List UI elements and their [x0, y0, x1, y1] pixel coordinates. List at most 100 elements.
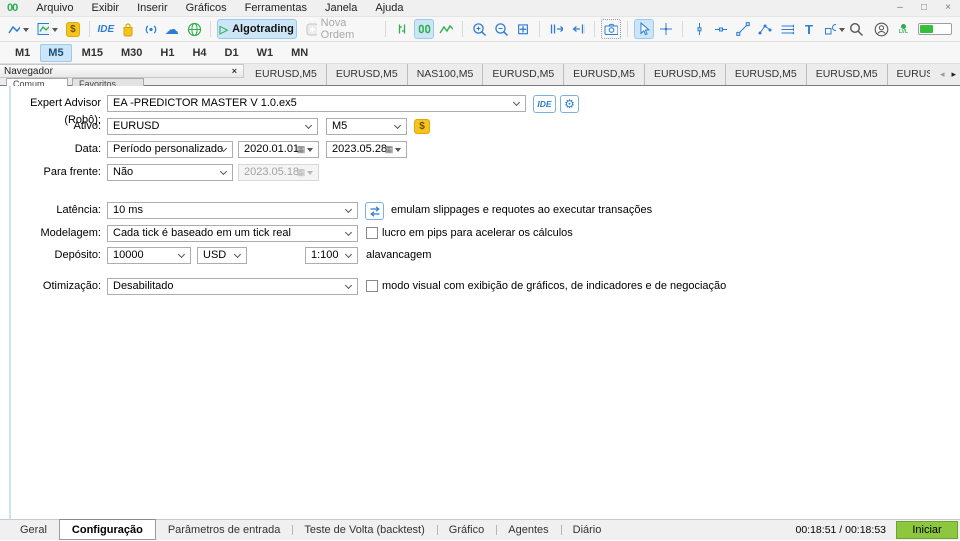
chart-tab[interactable]: EURUSD,M5	[246, 64, 326, 85]
equidistant-channel-tool-button[interactable]	[777, 19, 797, 39]
expert-select[interactable]: EA -PREDICTOR MASTER V 1.0.ex5	[107, 95, 526, 112]
timeframe-button[interactable]: MN	[283, 44, 316, 62]
menu-item[interactable]: Exibir	[83, 1, 129, 15]
latency-select[interactable]: 10 ms	[107, 202, 358, 219]
date-to-picker[interactable]: ▦	[382, 143, 404, 156]
navigator-tab-comum[interactable]: Comum	[6, 78, 68, 86]
timeframe-button[interactable]: D1	[217, 44, 247, 62]
maximize-button[interactable]: □	[912, 0, 936, 16]
cursor-tool-button[interactable]	[634, 19, 654, 39]
visual-mode-checkbox[interactable]	[366, 280, 378, 292]
new-chart-button[interactable]	[5, 19, 32, 39]
vertical-line-tool-button[interactable]	[689, 19, 709, 39]
tester-tab[interactable]: Gráfico	[437, 520, 496, 540]
deposit-label: Depósito:	[0, 247, 101, 264]
symbol-select[interactable]: EURUSD	[107, 118, 318, 135]
horizontal-line-tool-button[interactable]	[711, 19, 731, 39]
chart-tab[interactable]: EURUSD,M5	[326, 64, 407, 85]
zoom-in-button[interactable]	[469, 19, 489, 39]
tester-tab[interactable]: Parâmetros de entrada	[156, 520, 293, 540]
date-from-field[interactable]: 2020.01.01 ▦	[238, 141, 319, 158]
tester-tab[interactable]: Configuração	[59, 519, 156, 540]
polyline-tool-button[interactable]	[755, 19, 775, 39]
latency-value: 10 ms	[113, 204, 143, 216]
scroll-tabs-left-icon[interactable]: ◂	[940, 69, 945, 80]
grid-toggle-button[interactable]: ⊞	[513, 19, 533, 39]
timeframe-button[interactable]: M1	[7, 44, 38, 62]
shift-chart-right-button[interactable]	[546, 19, 566, 39]
symbol-properties-button[interactable]: $	[414, 119, 430, 134]
chevron-down-icon	[345, 229, 352, 236]
timeframe-button[interactable]: H4	[184, 44, 214, 62]
chart-tab[interactable]: NAS100,M5	[407, 64, 483, 85]
date-mode-select[interactable]: Período personalizado	[107, 141, 233, 158]
chart-tab[interactable]: EURUSD,M5	[887, 64, 930, 85]
navigator-close-icon[interactable]: ×	[232, 66, 243, 76]
timeframe-button[interactable]: H1	[152, 44, 182, 62]
tester-tab[interactable]: Teste de Volta (backtest)	[292, 520, 436, 540]
deposit-select[interactable]: 10000	[107, 247, 191, 264]
account-button[interactable]	[874, 22, 889, 37]
account-icon	[874, 22, 889, 37]
minimize-button[interactable]: –	[888, 0, 912, 16]
modeling-label: Modelagem:	[0, 225, 101, 242]
date-from-picker[interactable]: ▦	[294, 143, 316, 156]
tester-tab[interactable]: Geral	[8, 520, 59, 540]
zoom-out-button[interactable]	[491, 19, 511, 39]
market-button[interactable]	[118, 19, 138, 39]
timeframe-select[interactable]: M5	[326, 118, 407, 135]
menu-item[interactable]: Arquivo	[27, 1, 82, 15]
profit-in-pips-checkbox[interactable]	[366, 227, 378, 239]
modeling-select[interactable]: Cada tick é baseado em um tick real	[107, 225, 358, 242]
cloud-button[interactable]: ☁	[162, 19, 182, 39]
signals-button[interactable]	[140, 19, 160, 39]
timeframe-button[interactable]: M15	[74, 44, 111, 62]
timeframe-button[interactable]: W1	[249, 44, 282, 62]
start-button[interactable]: Iniciar	[896, 521, 958, 539]
ide-toolbar-button[interactable]: IDE	[96, 19, 116, 39]
timeframe-button[interactable]: M30	[113, 44, 150, 62]
chart-tab[interactable]: EURUSD,M5	[806, 64, 887, 85]
menu-item[interactable]: Janela	[316, 1, 366, 15]
chart-tab[interactable]: EURUSD,M5	[563, 64, 644, 85]
expert-settings-button[interactable]: ⚙	[560, 95, 579, 113]
text-tool-button[interactable]: T	[799, 19, 819, 39]
market-watch-button[interactable]: $	[63, 19, 83, 39]
currency-select[interactable]: USD	[197, 247, 247, 264]
crosshair-tool-button[interactable]	[656, 19, 676, 39]
new-order-button[interactable]: Nova Ordem	[299, 19, 380, 39]
navigator-tab-favoritos[interactable]: Favoritos	[72, 78, 144, 86]
menu-item[interactable]: Gráficos	[177, 1, 236, 15]
chart-profile-button[interactable]	[34, 19, 61, 39]
tick-chart-button[interactable]	[392, 19, 412, 39]
optimization-select[interactable]: Desabilitado	[107, 278, 358, 295]
menu-item[interactable]: Inserir	[128, 1, 177, 15]
date-to-field[interactable]: 2023.05.28 ▦	[326, 141, 407, 158]
trendline-tool-button[interactable]	[733, 19, 753, 39]
timeframe-button[interactable]: M5	[40, 44, 71, 62]
tester-tab[interactable]: Diário	[561, 520, 614, 540]
chart-tab[interactable]: EURUSD,M5	[644, 64, 725, 85]
forward-mode-select[interactable]: Não	[107, 164, 233, 181]
connection-level-indicator[interactable]: LVL	[899, 24, 908, 35]
menu-item[interactable]: Ajuda	[366, 1, 412, 15]
algotrading-button[interactable]: ▷ Algotrading	[217, 19, 297, 39]
navigator-panel-header[interactable]: Navegador ×	[0, 64, 244, 78]
leverage-select[interactable]: 1:100	[305, 247, 358, 264]
close-button[interactable]: ×	[936, 0, 960, 16]
vps-button[interactable]	[184, 19, 204, 39]
chart-tab[interactable]: EURUSD,M5	[482, 64, 563, 85]
toolbar-divider	[682, 21, 683, 37]
screenshot-button[interactable]	[601, 19, 621, 39]
candle-chart-button[interactable]	[414, 19, 434, 39]
search-button[interactable]	[849, 22, 864, 37]
scroll-tabs-right-icon[interactable]: ▸	[951, 69, 956, 80]
line-chart-button[interactable]	[436, 19, 456, 39]
menu-item[interactable]: Ferramentas	[236, 1, 316, 15]
latency-info-button[interactable]	[365, 202, 384, 220]
edit-expert-ide-button[interactable]: IDE	[533, 95, 556, 113]
shapes-tool-button[interactable]	[821, 19, 848, 39]
chart-tab[interactable]: EURUSD,M5	[725, 64, 806, 85]
tester-tab[interactable]: Agentes	[496, 520, 560, 540]
shift-chart-end-button[interactable]	[568, 19, 588, 39]
